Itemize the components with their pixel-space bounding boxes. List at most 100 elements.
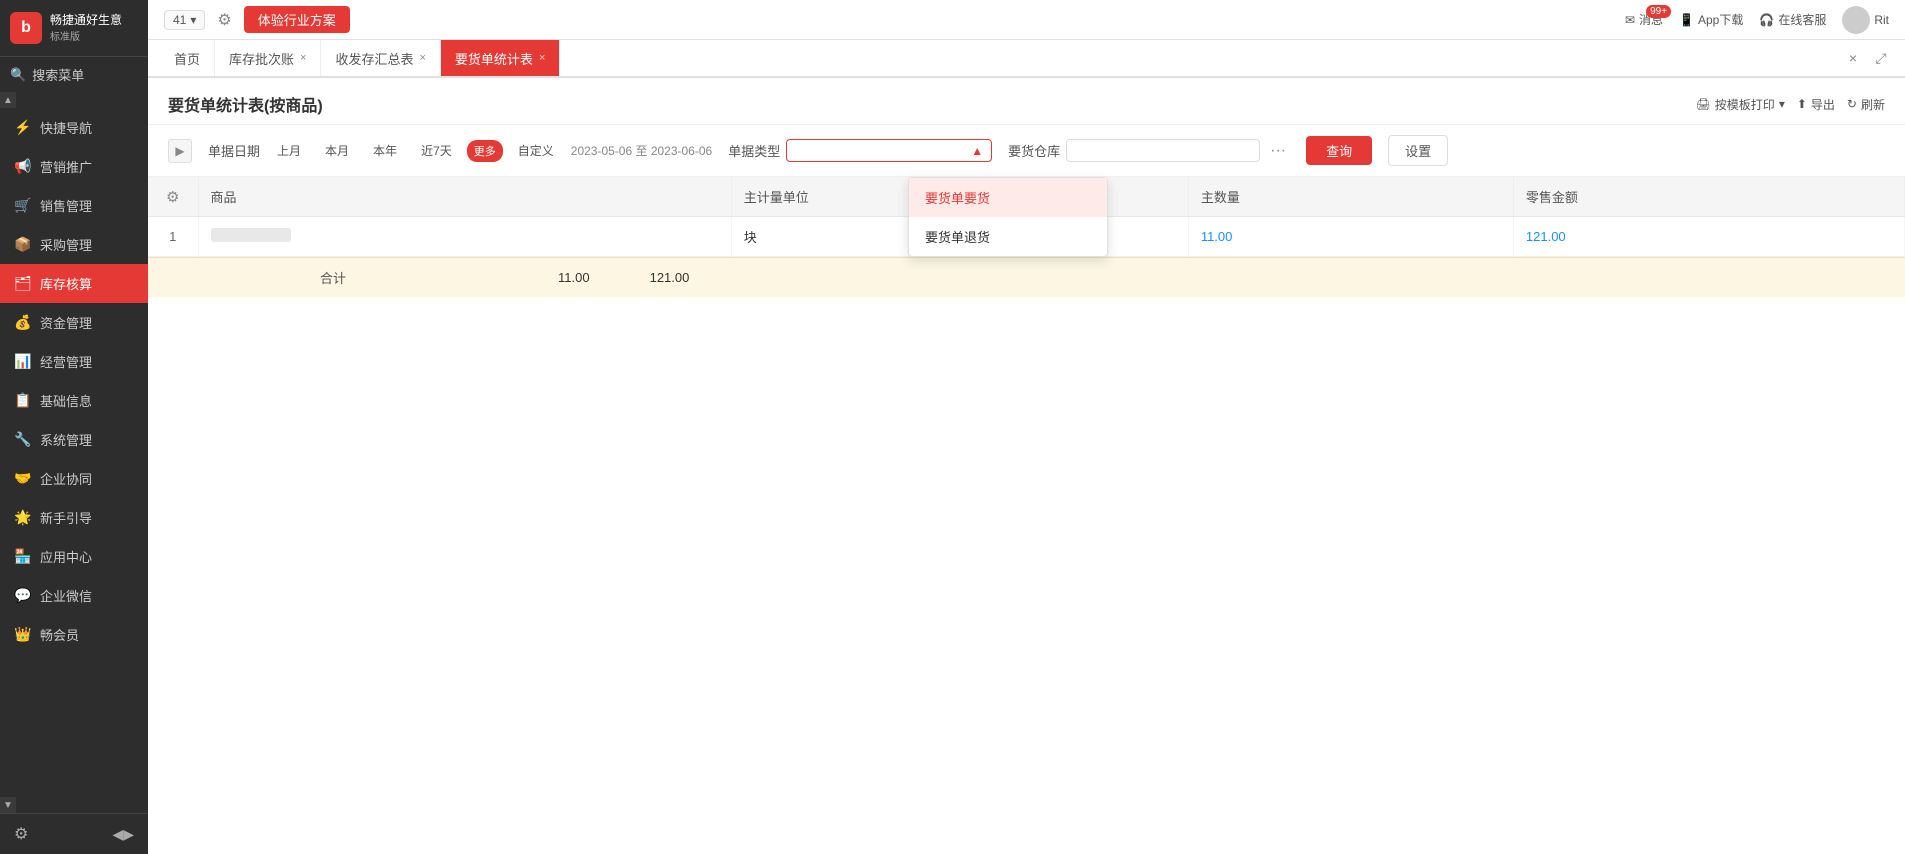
sidebar-item-operation[interactable]: 📊 经营管理 (0, 342, 148, 381)
sidebar-collapse-icon[interactable]: ◀▶ (112, 826, 134, 843)
tab-close-all-button[interactable]: × (1841, 46, 1865, 70)
refresh-button[interactable]: ↻ 刷新 (1847, 96, 1885, 113)
sidebar-item-label: 快捷导航 (40, 118, 92, 137)
quantity-link[interactable]: 11.00 (1201, 229, 1233, 244)
system-icon: 🔧 (14, 431, 32, 448)
sidebar-item-purchase[interactable]: 📦 采购管理 (0, 225, 148, 264)
cell-amount: 121.00 (1513, 217, 1904, 257)
sidebar-item-label: 基础信息 (40, 391, 92, 410)
dropdown-item-yaohuо[interactable]: 要货单要货 (909, 178, 1107, 217)
cell-product (198, 217, 731, 257)
type-filter-input-wrapper[interactable]: ▲ (786, 139, 992, 162)
table-settings-icon[interactable]: ⚙ (148, 177, 198, 217)
date-shortcuts: 上月 本月 本年 近7天 更多 自定义 (268, 139, 563, 162)
type-filter-input[interactable] (795, 143, 971, 158)
date-this-month[interactable]: 本月 (316, 139, 358, 162)
sidebar-scroll-down[interactable]: ▼ (0, 797, 16, 813)
tab-collect-summary-close[interactable]: × (419, 52, 425, 64)
date-more[interactable]: 更多 (467, 140, 503, 162)
messages-badge: 99+ (1646, 5, 1671, 18)
tab-order-stats[interactable]: 要货单统计表 × (441, 40, 560, 76)
export-button[interactable]: ⬆ 导出 (1797, 96, 1835, 113)
user-name: Rit (1874, 13, 1889, 27)
phone-icon: 📱 (1679, 13, 1694, 27)
header-settings-icon[interactable]: ⚙ (217, 10, 231, 30)
sidebar-scroll-up[interactable]: ▲ (0, 92, 16, 108)
expand-icon: ▶ (175, 144, 184, 158)
sidebar-item-quick-nav[interactable]: ⚡ 快捷导航 (0, 108, 148, 147)
sidebar-item-guide[interactable]: 🌟 新手引导 (0, 498, 148, 537)
user-avatar[interactable]: Rit (1842, 6, 1889, 34)
type-filter-label: 单据类型 (728, 141, 780, 160)
sidebar-item-basic[interactable]: 📋 基础信息 (0, 381, 148, 420)
sidebar-settings-icon[interactable]: ⚙ (14, 824, 28, 844)
sidebar-item-label: 新手引导 (40, 508, 92, 527)
sidebar-item-enterprise[interactable]: 🤝 企业协同 (0, 459, 148, 498)
sidebar-nav: ⚡ 快捷导航 📢 营销推广 🛒 销售管理 📦 采购管理 🗂 库存核算 💰 资金管… (0, 108, 148, 797)
app-version: 标准版 (50, 28, 122, 43)
tab-home[interactable]: 首页 (160, 40, 215, 76)
type-filter-arrow[interactable]: ▲ (971, 144, 983, 158)
app-download-button[interactable]: 📱 App下载 (1679, 11, 1743, 28)
industry-solution-button[interactable]: 体验行业方案 (244, 6, 350, 33)
date-last-month[interactable]: 上月 (268, 139, 310, 162)
product-placeholder (211, 228, 291, 242)
amount-link[interactable]: 121.00 (1526, 229, 1566, 244)
filter-expand-button[interactable]: ▶ (168, 139, 192, 163)
date-this-year[interactable]: 本年 (364, 139, 406, 162)
query-button[interactable]: 查询 (1306, 136, 1372, 165)
sidebar-item-label: 企业协同 (40, 469, 92, 488)
sidebar-item-label: 销售管理 (40, 196, 92, 215)
marketing-icon: 📢 (14, 158, 32, 175)
purchase-icon: 📦 (14, 236, 32, 253)
sidebar-item-label: 企业微信 (40, 586, 92, 605)
setup-button[interactable]: 设置 (1388, 135, 1448, 166)
sidebar-item-marketing[interactable]: 📢 营销推广 (0, 147, 148, 186)
tab-order-stats-close[interactable]: × (539, 52, 545, 64)
sidebar-search[interactable]: 🔍 搜索菜单 (0, 57, 148, 92)
sidebar-item-member[interactable]: 👑 畅会员 (0, 615, 148, 654)
tab-expand-button[interactable]: ⤢ (1869, 46, 1893, 70)
sidebar-item-sales[interactable]: 🛒 销售管理 (0, 186, 148, 225)
tab-collect-summary[interactable]: 收发存汇总表 × (321, 40, 440, 76)
print-icon: 🖨 (1696, 97, 1711, 111)
filter-bar: ▶ 单据日期 上月 本月 本年 近7天 更多 自定义 2023-05-06 至 … (148, 125, 1905, 177)
sidebar-item-label: 系统管理 (40, 430, 92, 449)
tab-home-label: 首页 (174, 49, 200, 68)
page-content: 要货单统计表(按商品) 🖨 按模板打印 ▾ ⬆ 导出 ↻ 刷新 (148, 78, 1905, 854)
sidebar-item-finance[interactable]: 💰 资金管理 (0, 303, 148, 342)
sidebar-item-label: 应用中心 (40, 547, 92, 566)
print-button[interactable]: 🖨 按模板打印 ▾ (1696, 96, 1785, 113)
company-number: 41 (173, 13, 186, 27)
sidebar-item-inventory[interactable]: 🗂 库存核算 (0, 264, 148, 303)
more-options-icon[interactable]: ··· (1266, 142, 1290, 160)
finance-icon: 💰 (14, 314, 32, 331)
sidebar: b 畅捷通好生意 标准版 🔍 搜索菜单 ▲ ⚡ 快捷导航 📢 营销推广 🛒 销售… (0, 0, 148, 854)
company-selector[interactable]: 41 ▾ (164, 10, 205, 30)
sidebar-item-label: 采购管理 (40, 235, 92, 254)
tab-order-stats-label: 要货单统计表 (455, 49, 533, 68)
page-title: 要货单统计表(按商品) (168, 92, 323, 116)
app-download-label: App下载 (1698, 11, 1743, 28)
online-service-button[interactable]: 🎧 在线客服 (1759, 11, 1826, 28)
tab-inventory-batch-close[interactable]: × (300, 52, 306, 64)
wechat-icon: 💬 (14, 587, 32, 604)
warehouse-filter-input[interactable] (1066, 139, 1260, 162)
sidebar-item-wechat[interactable]: 💬 企业微信 (0, 576, 148, 615)
message-icon: ✉ (1625, 13, 1635, 27)
print-dropdown-icon: ▾ (1779, 97, 1785, 111)
sidebar-item-appstore[interactable]: 🏪 应用中心 (0, 537, 148, 576)
footer-quantity: 11.00 (558, 270, 590, 285)
date-custom[interactable]: 自定义 (509, 139, 563, 162)
header-right: ✉ 消息 99+ 📱 App下载 🎧 在线客服 Rit (1625, 6, 1889, 34)
sidebar-item-system[interactable]: 🔧 系统管理 (0, 420, 148, 459)
dropdown-item-tuihuo[interactable]: 要货单退货 (909, 217, 1107, 256)
date-last-7days[interactable]: 近7天 (412, 139, 461, 162)
app-name: 畅捷通好生意 (50, 13, 122, 29)
messages-button[interactable]: ✉ 消息 99+ (1625, 11, 1663, 28)
footer-amount: 121.00 (650, 270, 690, 285)
operation-icon: 📊 (14, 353, 32, 370)
export-label: 导出 (1811, 96, 1835, 113)
tab-inventory-batch[interactable]: 库存批次账 × (215, 40, 321, 76)
col-header-amount: 零售金额 (1513, 177, 1904, 217)
